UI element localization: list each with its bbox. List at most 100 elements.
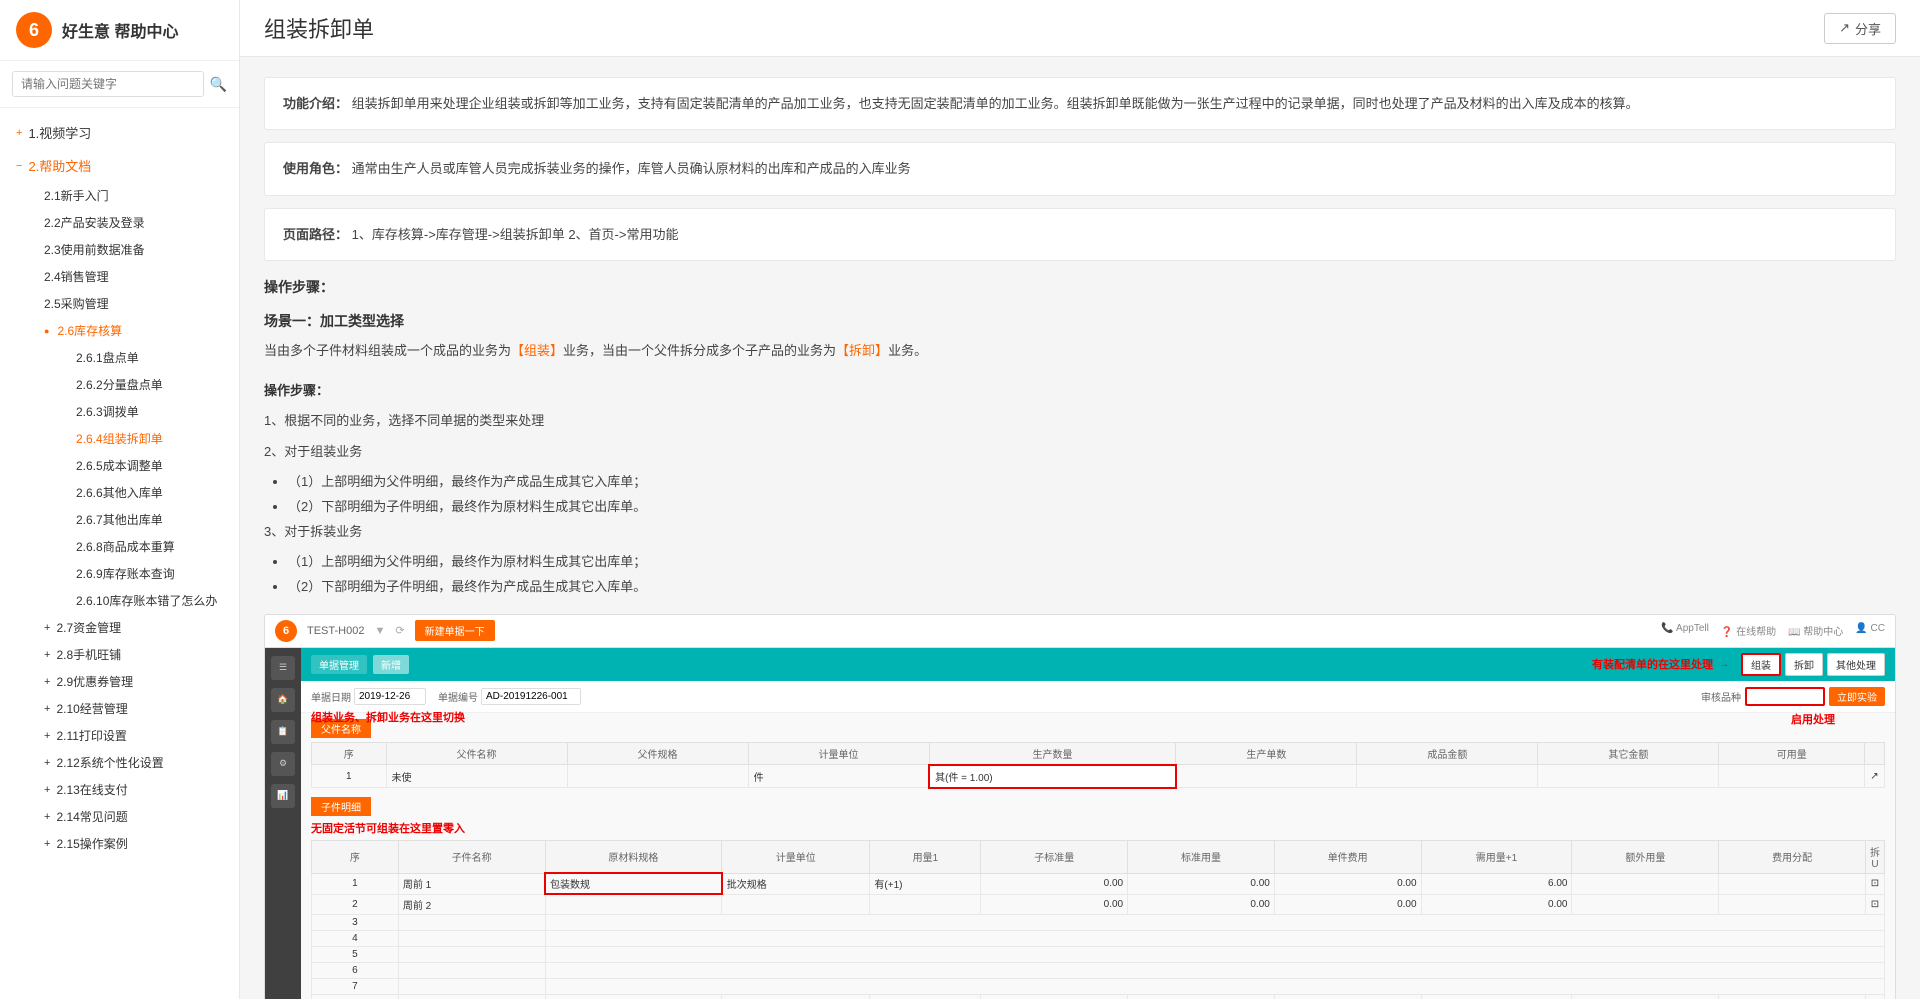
- sidebar-item-video[interactable]: + 1.视频学习: [0, 116, 239, 149]
- tfoot-val4: 0.00: [1274, 994, 1421, 999]
- std-seq-7: 7: [312, 978, 399, 994]
- app-topbar-icons: 📞 AppTell ❓ 在线帮助 📖 帮助中心 👤 CC: [1661, 623, 1885, 638]
- table-row: 1 未使 件 其(件 = 1.00) ↗: [312, 765, 1885, 788]
- date-input[interactable]: [354, 688, 426, 705]
- sidebar-item-faq[interactable]: + 2.14常见问题: [32, 803, 239, 830]
- sidebar-item-inventory[interactable]: ● 2.6库存核算: [32, 317, 239, 344]
- app-mini-sidebar: ☰ 🏠 📋 ⚙ 📊: [265, 648, 301, 999]
- sidebar-item-purchase[interactable]: 2.5采购管理: [32, 290, 239, 317]
- sidebar-item-ops[interactable]: + 2.10经营管理: [32, 695, 239, 722]
- sidebar-item-print[interactable]: + 2.11打印设置: [32, 722, 239, 749]
- lower-table: 序 子件名称 原材料规格 计量单位 用量1 子标准量 标准用量 单件费用 需用量…: [311, 840, 1885, 999]
- tfoot-val5: 地: [1866, 994, 1885, 999]
- tab-list[interactable]: 单据管理: [311, 655, 367, 674]
- std-seq-1: 1: [312, 873, 399, 894]
- std-name-6: [398, 962, 545, 978]
- sidebar-item-newcomer[interactable]: 2.1新手入门: [32, 182, 239, 209]
- sidebar-item-fund[interactable]: + 2.7资金管理: [32, 614, 239, 641]
- th-amount: 成品金额: [1357, 742, 1538, 765]
- search-icon[interactable]: 🔍: [210, 76, 227, 93]
- plus-icon-print: +: [44, 730, 50, 742]
- new-order-btn[interactable]: 新建单据一下: [415, 620, 495, 641]
- sub-table-row-3: 3: [312, 914, 1885, 930]
- intro-block: 功能介绍： 组装拆卸单用来处理企业组装或拆卸等加工业务，支持有固定装配清单的产品…: [264, 77, 1896, 130]
- content-area: 功能介绍： 组装拆卸单用来处理企业组装或拆卸等加工业务，支持有固定装配清单的产品…: [240, 57, 1920, 999]
- sidebar-item-adjust[interactable]: 2.6.3调拨单: [64, 398, 239, 425]
- app-company: TEST-H002: [307, 625, 364, 637]
- btn-disassemble[interactable]: 拆卸: [1785, 653, 1823, 676]
- btn-other[interactable]: 其他处理: [1827, 653, 1885, 676]
- std-spec-2: [545, 894, 722, 914]
- sidebar-item-sales[interactable]: 2.4销售管理: [32, 263, 239, 290]
- sidebar-item-custom[interactable]: + 2.12系统个性化设置: [32, 749, 239, 776]
- sidebar-item-cost[interactable]: 2.6.5成本调整单: [64, 452, 239, 479]
- sidebar-item-other-out[interactable]: 2.6.7其他出库单: [64, 506, 239, 533]
- sidebar: 6 好生意 帮助中心 🔍 + 1.视频学习 − 2.帮助文档 2.1新手入门 2…: [0, 0, 240, 999]
- sidebar-item-install[interactable]: 2.2产品安装及登录: [32, 209, 239, 236]
- tfoot-label: 合计: [312, 994, 399, 999]
- sidebar-item-split[interactable]: 2.6.2分量盘点单: [64, 371, 239, 398]
- std-empty-3: [545, 914, 1884, 930]
- no-input[interactable]: [481, 688, 581, 705]
- plus-icon-pay: +: [44, 784, 50, 796]
- td-parent-name: 未使: [386, 765, 567, 788]
- th-sub-need: 需用量+1: [1421, 840, 1572, 873]
- form-field-no: 单据编号: [438, 688, 581, 705]
- btn-assemble[interactable]: 组装: [1741, 653, 1781, 676]
- sidebar-item-goods-cost[interactable]: 2.6.8商品成本重算: [64, 533, 239, 560]
- sidebar-item-other-in[interactable]: 2.6.6其他入库单: [64, 479, 239, 506]
- screenshot-container: 6 TEST-H002 ▼ ⟳ 新建单据一下 📞 AppTell ❓ 在线帮助 …: [264, 614, 1896, 999]
- annotation-bom-arrow: →: [1719, 659, 1729, 670]
- std-unit-2: [722, 894, 870, 914]
- sidebar-item-check[interactable]: 2.6.1盘点单: [64, 344, 239, 371]
- td-unit: 件: [748, 765, 929, 788]
- sidebar-item-mobile[interactable]: + 2.8手机旺铺: [32, 641, 239, 668]
- sidebar-item-prepare[interactable]: 2.3使用前数据准备: [32, 236, 239, 263]
- th-sub-std: 子标准量: [981, 840, 1128, 873]
- sidebar-item-stock-check[interactable]: 2.6.9库存账本查询: [64, 560, 239, 587]
- std-name-2: 周前 2: [398, 894, 545, 914]
- std-alloc-2: [1719, 894, 1866, 914]
- sidebar-item-online-pay[interactable]: + 2.13在线支付: [32, 776, 239, 803]
- th-sub-spec: 原材料规格: [545, 840, 722, 873]
- td-parent-spec: [567, 765, 748, 788]
- std-seq-2: 2: [312, 894, 399, 914]
- sidebar-item-coupon[interactable]: + 2.9优惠券管理: [32, 668, 239, 695]
- confirm-btn[interactable]: 立即实验: [1829, 687, 1885, 706]
- sidebar-item-account-err[interactable]: 2.6.10库存账本错了怎么办: [64, 587, 239, 614]
- th-parent-spec: 父件规格: [567, 742, 748, 765]
- share-icon: ↗: [1839, 20, 1850, 36]
- sub-table-row-1: 1 周前 1 包装数规 批次规格 有(+1) 0.00 0.00 0.00 6.…: [312, 873, 1885, 894]
- sidebar-item-case[interactable]: + 2.15操作案例: [32, 830, 239, 857]
- path-label: 页面路径：: [283, 227, 348, 242]
- enable-input[interactable]: [1745, 687, 1825, 706]
- std-qty-2: [870, 894, 981, 914]
- th-sub-alloc: 费用分配: [1719, 840, 1866, 873]
- upper-table-area: 序 父件名称 父件规格 计量单位 生产数量 生产单数 成品金额 其它金额 可用量: [301, 740, 1895, 795]
- share-button[interactable]: ↗ 分享: [1824, 13, 1896, 44]
- dropdown-icon: ▼: [374, 625, 385, 637]
- plus-icon-ops: +: [44, 703, 50, 715]
- th-sub-stduse: 标准用量: [1128, 840, 1275, 873]
- sidebar-item-docs[interactable]: − 2.帮助文档: [0, 149, 239, 182]
- std-stduse-2: 0.00: [1128, 894, 1275, 914]
- enable-area: 审核品种 立即实验: [1701, 687, 1885, 706]
- sidebar-item-assemble[interactable]: 2.6.4组装拆卸单: [64, 425, 239, 452]
- std-empty-6: [545, 962, 1884, 978]
- std-seq-5: 5: [312, 946, 399, 962]
- nav-tree: + 1.视频学习 − 2.帮助文档 2.1新手入门 2.2产品安装及登录 2.3…: [0, 108, 239, 999]
- tfoot-val1: 80.00: [870, 994, 981, 999]
- td-action: ↗: [1865, 765, 1885, 788]
- tab-new[interactable]: 新增: [373, 655, 409, 674]
- form-field-date: 单据日期: [311, 688, 426, 705]
- step3-sub1: （1）上部明细为父件明细，最终作为原材料生成其它出库单；: [288, 550, 1896, 575]
- step3-sublist: （1）上部明细为父件明细，最终作为原材料生成其它出库单； （2）下部明细为子件明…: [288, 550, 1896, 599]
- sub-table-row-6: 6: [312, 962, 1885, 978]
- sidebar-item-docs-label: 2.帮助文档: [28, 156, 91, 175]
- search-input[interactable]: [12, 71, 204, 97]
- std-seq-6: 6: [312, 962, 399, 978]
- std-empty-4: [545, 930, 1884, 946]
- th-sub-unit: 计量单位: [722, 840, 870, 873]
- step3: 3、对于拆装业务: [264, 520, 1896, 545]
- std-name-4: [398, 930, 545, 946]
